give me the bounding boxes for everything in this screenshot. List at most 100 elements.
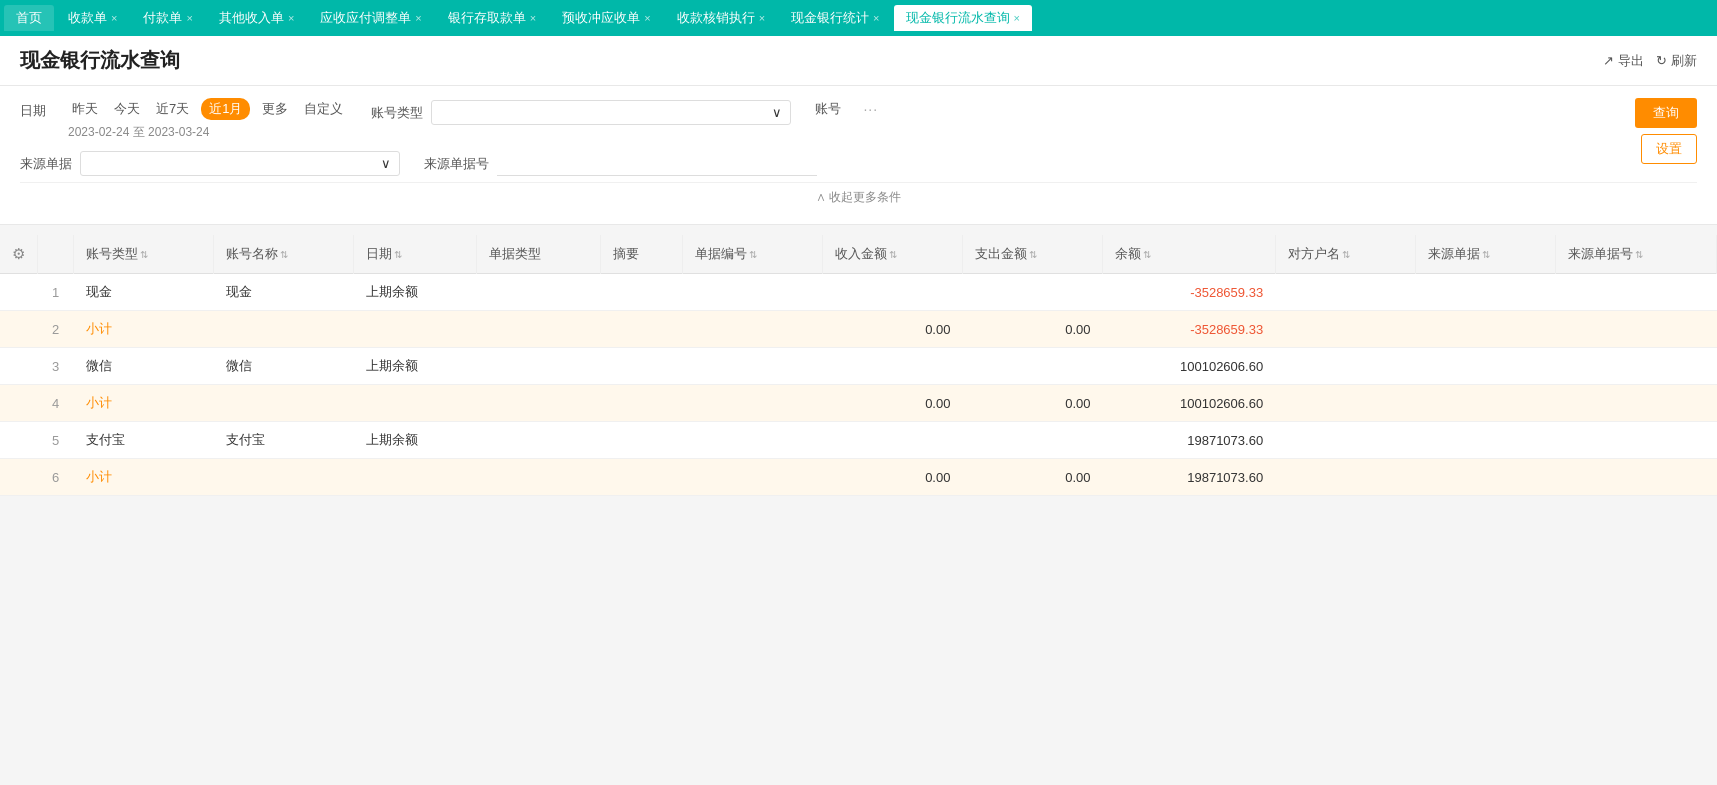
close-icon[interactable]: × <box>873 12 879 24</box>
col-label-account_type: 账号类型 <box>86 246 138 261</box>
cell-doc_no <box>682 385 822 422</box>
source-doc-label: 来源单据 <box>20 155 72 173</box>
cell-doc_type <box>476 348 600 385</box>
date-btn-近7天[interactable]: 近7天 <box>152 98 193 120</box>
close-icon[interactable]: × <box>1014 12 1020 24</box>
nav-label: 现金银行统计 <box>791 9 869 27</box>
cell-income: 0.00 <box>822 385 962 422</box>
cell-gear <box>0 311 38 348</box>
cell-expense <box>962 422 1102 459</box>
cell-source_doc <box>1415 422 1555 459</box>
nav-item-ar-adjust[interactable]: 应收应付调整单× <box>308 5 433 31</box>
source-doc-no-input[interactable] <box>497 152 817 176</box>
cell-account_name: 现金 <box>214 274 354 311</box>
cell-expense <box>962 348 1102 385</box>
header-actions: ↗ 导出 ↻ 刷新 <box>1603 52 1697 70</box>
table-row: 4小计0.000.00100102606.60 <box>0 385 1717 422</box>
close-icon[interactable]: × <box>759 12 765 24</box>
cell-date <box>354 311 476 348</box>
col-label-counterpart: 对方户名 <box>1288 246 1340 261</box>
chevron-down-icon: ∨ <box>772 105 782 120</box>
col-header-account_name[interactable]: 账号名称⇅ <box>214 235 354 274</box>
export-icon: ↗ <box>1603 53 1614 68</box>
nav-item-advance-offset[interactable]: 预收冲应收单× <box>550 5 662 31</box>
nav-item-cash-stat[interactable]: 现金银行统计 × <box>779 5 891 31</box>
account-ellipsis-btn[interactable]: ··· <box>863 101 878 117</box>
col-header-source_doc_no[interactable]: 来源单据号⇅ <box>1555 235 1716 274</box>
close-icon[interactable]: × <box>111 12 117 24</box>
col-label-income: 收入金额 <box>835 246 887 261</box>
cell-account_name: 微信 <box>214 348 354 385</box>
cell-row_num: 5 <box>38 422 74 459</box>
date-btn-今天[interactable]: 今天 <box>110 98 144 120</box>
date-btn-昨天[interactable]: 昨天 <box>68 98 102 120</box>
col-header-account_type[interactable]: 账号类型⇅ <box>74 235 214 274</box>
sort-icon-counterpart: ⇅ <box>1342 249 1350 260</box>
col-header-doc_no[interactable]: 单据编号⇅ <box>682 235 822 274</box>
close-icon[interactable]: × <box>530 12 536 24</box>
cell-account_type: 微信 <box>74 348 214 385</box>
cell-gear <box>0 385 38 422</box>
nav-item-receipt[interactable]: 收款单× <box>56 5 129 31</box>
date-btn-近1月[interactable]: 近1月 <box>201 98 250 120</box>
col-header-source_doc[interactable]: 来源单据⇅ <box>1415 235 1555 274</box>
close-icon[interactable]: × <box>415 12 421 24</box>
cell-row_num: 6 <box>38 459 74 496</box>
cell-summary <box>600 422 682 459</box>
date-btn-更多[interactable]: 更多 <box>258 98 292 120</box>
cell-account_name: 支付宝 <box>214 422 354 459</box>
nav-item-verify-exec[interactable]: 收款核销执行× <box>665 5 777 31</box>
close-icon[interactable]: × <box>186 12 192 24</box>
refresh-button[interactable]: ↻ 刷新 <box>1656 52 1697 70</box>
nav-item-other-income[interactable]: 其他收入单× <box>207 5 306 31</box>
col-label-doc_type: 单据类型 <box>489 246 541 261</box>
sort-icon-doc_no: ⇅ <box>749 249 757 260</box>
col-header-expense[interactable]: 支出金额⇅ <box>962 235 1102 274</box>
nav-label: 付款单 <box>143 9 182 27</box>
close-icon[interactable]: × <box>288 12 294 24</box>
cell-counterpart <box>1275 311 1415 348</box>
query-button[interactable]: 查询 <box>1635 98 1697 128</box>
col-label-summary: 摘要 <box>613 246 639 261</box>
cell-doc_type <box>476 274 600 311</box>
cell-summary <box>600 274 682 311</box>
date-btn-自定义[interactable]: 自定义 <box>300 98 347 120</box>
source-doc-no-label: 来源单据号 <box>424 155 489 173</box>
nav-item-home[interactable]: 首页 <box>4 5 54 31</box>
close-icon[interactable]: × <box>644 12 650 24</box>
collapse-bar[interactable]: ∧ 收起更多条件 <box>20 182 1697 212</box>
cell-income <box>822 422 962 459</box>
settings-button[interactable]: 设置 <box>1641 134 1697 164</box>
cell-counterpart <box>1275 348 1415 385</box>
nav-item-cash-flow[interactable]: 现金银行流水查询× <box>894 5 1032 31</box>
col-label-doc_no: 单据编号 <box>695 246 747 261</box>
export-button[interactable]: ↗ 导出 <box>1603 52 1644 70</box>
col-header-date[interactable]: 日期⇅ <box>354 235 476 274</box>
cell-income: 0.00 <box>822 459 962 496</box>
refresh-icon: ↻ <box>1656 53 1667 68</box>
cell-counterpart <box>1275 274 1415 311</box>
source-doc-select[interactable]: ∨ <box>80 151 400 176</box>
col-header-income[interactable]: 收入金额⇅ <box>822 235 962 274</box>
nav-item-payment[interactable]: 付款单 × <box>131 5 204 31</box>
cell-income <box>822 348 962 385</box>
cell-date <box>354 459 476 496</box>
top-navigation: 首页收款单×付款单×其他收入单×应收应付调整单×银行存取款单×预收冲应收单×收款… <box>0 0 1717 36</box>
nav-item-bank-deposit[interactable]: 银行存取款单× <box>436 5 548 31</box>
cell-income <box>822 274 962 311</box>
cell-balance: 19871073.60 <box>1103 422 1276 459</box>
gear-settings-icon[interactable]: ⚙ <box>12 245 25 262</box>
col-header-balance[interactable]: 余额⇅ <box>1103 235 1276 274</box>
cell-account_type: 小计 <box>74 459 214 496</box>
table-row: 2小计0.000.00-3528659.33 <box>0 311 1717 348</box>
cell-source_doc <box>1415 459 1555 496</box>
cell-account_name <box>214 311 354 348</box>
col-header-counterpart[interactable]: 对方户名⇅ <box>1275 235 1415 274</box>
cell-date: 上期余额 <box>354 348 476 385</box>
sort-icon-source_doc_no: ⇅ <box>1635 249 1643 260</box>
account-type-select[interactable]: ∨ <box>431 100 791 125</box>
cell-account_type: 小计 <box>74 385 214 422</box>
col-label-date: 日期 <box>366 246 392 261</box>
cell-source_doc_no <box>1555 274 1716 311</box>
filter-area: 日期 昨天今天近7天近1月更多自定义 2023-02-24 至 2023-03-… <box>0 86 1717 225</box>
